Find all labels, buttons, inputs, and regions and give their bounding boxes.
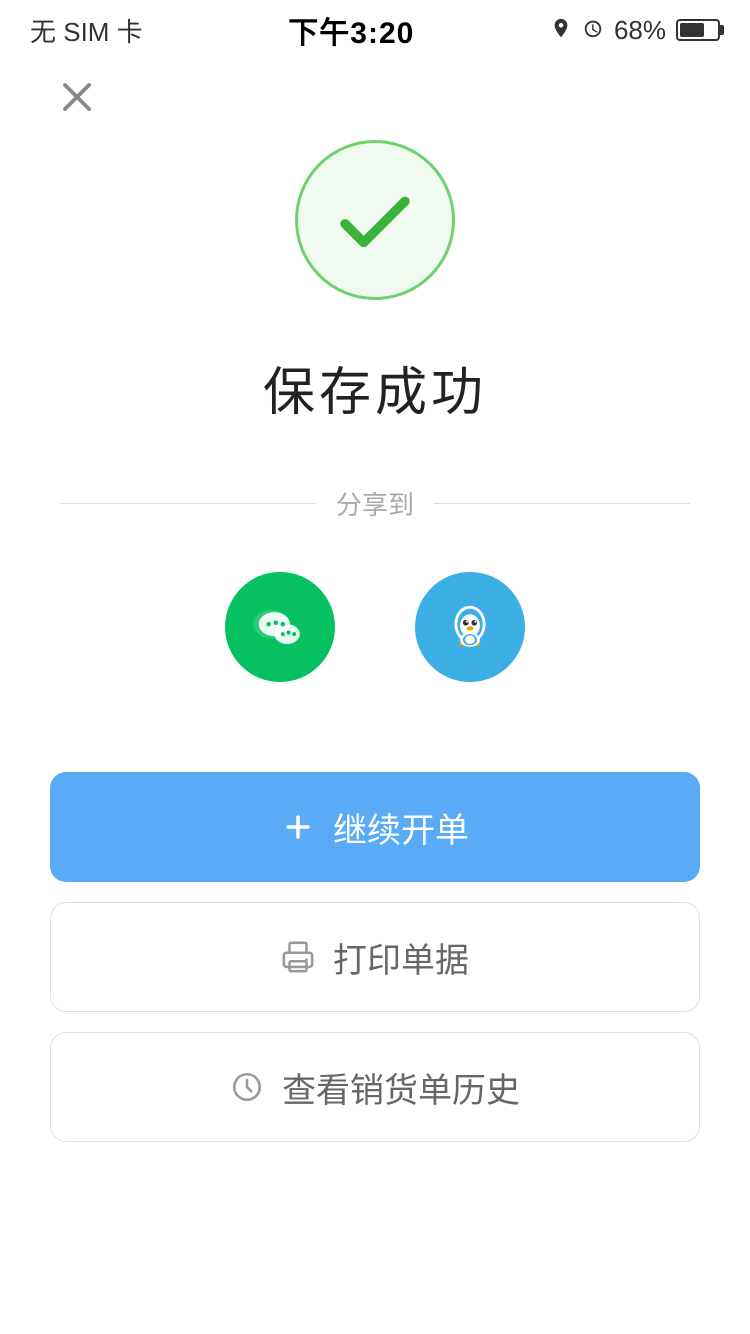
checkmark-icon	[330, 175, 420, 265]
plus-icon	[281, 810, 315, 844]
close-button[interactable]	[52, 72, 102, 122]
continue-label: 继续开单	[333, 803, 469, 852]
divider-right	[434, 503, 690, 504]
action-buttons-container: 继续开单 打印单据 查看销货单历史	[0, 772, 750, 1142]
share-qq-button[interactable]	[415, 572, 525, 682]
status-right: 68%	[550, 15, 720, 46]
battery-indicator	[676, 19, 720, 41]
status-left: 无 SIM 卡	[30, 12, 153, 49]
carrier-label: 无 SIM 卡	[30, 12, 143, 49]
location-icon	[550, 15, 572, 46]
clock-icon	[230, 1070, 264, 1104]
status-time: 下午3:20	[288, 8, 414, 52]
divider-left	[60, 503, 316, 504]
share-label: 分享到	[336, 485, 414, 522]
history-label: 查看销货单历史	[282, 1063, 520, 1112]
alarm-icon	[582, 15, 604, 46]
printer-icon	[281, 940, 315, 974]
print-button[interactable]: 打印单据	[50, 902, 700, 1012]
print-label: 打印单据	[333, 933, 469, 982]
main-content: 保存成功 分享到	[0, 60, 750, 1142]
share-divider-row: 分享到	[0, 485, 750, 522]
battery-percent: 68%	[614, 15, 666, 46]
continue-button[interactable]: 继续开单	[50, 772, 700, 882]
status-bar: 无 SIM 卡 下午3:20 68%	[0, 0, 750, 60]
share-wechat-button[interactable]	[225, 572, 335, 682]
share-icons-row	[225, 572, 525, 682]
success-title: 保存成功	[263, 350, 487, 425]
success-icon-circle	[295, 140, 455, 300]
history-button[interactable]: 查看销货单历史	[50, 1032, 700, 1142]
